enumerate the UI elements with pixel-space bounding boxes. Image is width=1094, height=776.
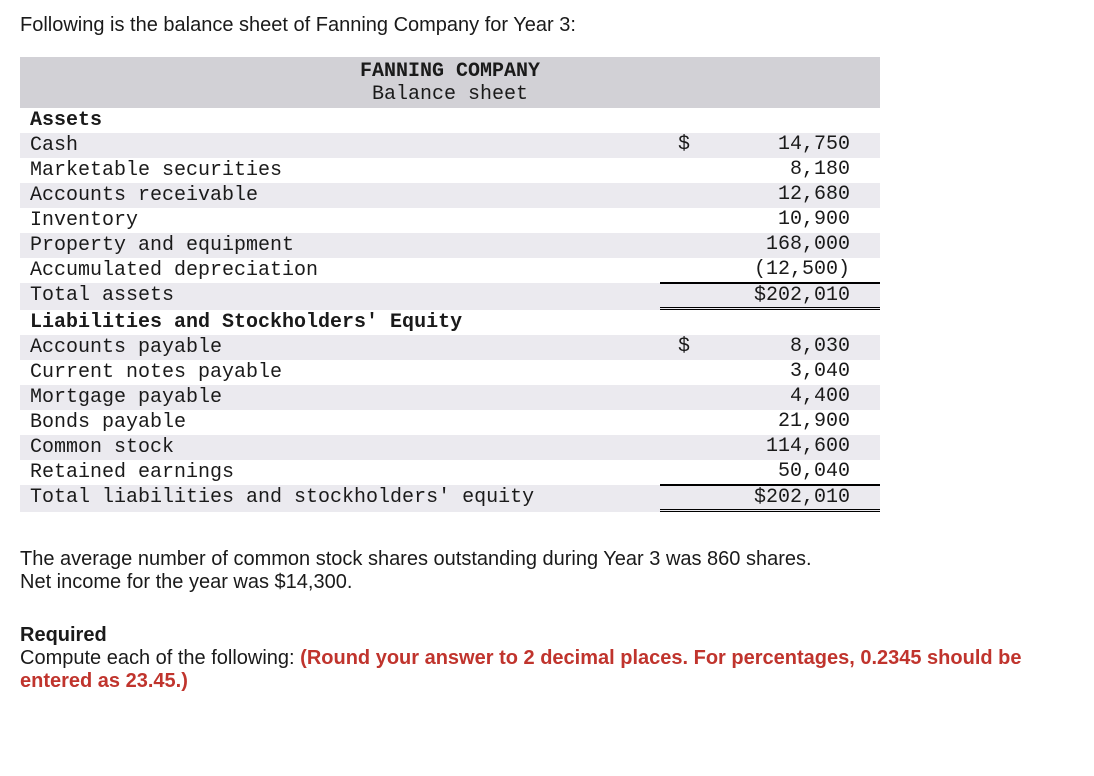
row-currency: $ xyxy=(660,133,696,158)
row-label: Property and equipment xyxy=(20,233,660,258)
row-label: Common stock xyxy=(20,435,660,460)
row-currency xyxy=(660,460,696,484)
required-block: Required Compute each of the following: … xyxy=(20,624,1074,693)
row-amount: 21,900 xyxy=(696,410,850,435)
row-label: Marketable securities xyxy=(20,158,660,183)
assets-header-label: Assets xyxy=(20,108,660,133)
row-currency xyxy=(660,360,696,385)
table-row: Retained earnings 50,040 xyxy=(20,460,880,485)
required-text: Compute each of the following: (Round yo… xyxy=(20,647,1074,693)
row-currency xyxy=(660,385,696,410)
table-row: Current notes payable 3,040 xyxy=(20,360,880,385)
row-label: Accumulated depreciation xyxy=(20,258,660,283)
row-currency xyxy=(660,183,696,208)
table-row: Mortgage payable 4,400 xyxy=(20,385,880,410)
required-title: Required xyxy=(20,624,1074,647)
balance-sheet-table: FANNING COMPANY Balance sheet Assets Cas… xyxy=(20,57,880,512)
assets-header-row: Assets xyxy=(20,108,880,133)
total-assets-row: Total assets $202,010 xyxy=(20,283,880,310)
row-label: Accounts receivable xyxy=(20,183,660,208)
row-currency xyxy=(660,233,696,258)
table-row: Cash$14,750 xyxy=(20,133,880,158)
row-currency xyxy=(660,435,696,460)
row-amount: 168,000 xyxy=(696,233,850,258)
total-assets-amount: $202,010 xyxy=(696,284,850,307)
row-amount: 3,040 xyxy=(696,360,850,385)
row-amount: (12,500) xyxy=(696,258,850,282)
row-label: Inventory xyxy=(20,208,660,233)
row-amount: 14,750 xyxy=(696,133,850,158)
company-name: FANNING COMPANY xyxy=(20,60,880,83)
total-liab-currency xyxy=(660,486,696,509)
row-label: Cash xyxy=(20,133,660,158)
row-amount: 10,900 xyxy=(696,208,850,233)
row-amount: 8,030 xyxy=(696,335,850,360)
row-label: Bonds payable xyxy=(20,410,660,435)
intro-text: Following is the balance sheet of Fannin… xyxy=(20,14,1074,37)
liabilities-header-row: Liabilities and Stockholders' Equity xyxy=(20,310,880,335)
table-row: Accumulated depreciation (12,500) xyxy=(20,258,880,283)
table-row: Marketable securities 8,180 xyxy=(20,158,880,183)
table-row: Common stock 114,600 xyxy=(20,435,880,460)
info-shares-outstanding: The average number of common stock share… xyxy=(20,548,1074,571)
row-amount: 50,040 xyxy=(696,460,850,484)
row-currency xyxy=(660,410,696,435)
row-amount: 8,180 xyxy=(696,158,850,183)
row-label: Mortgage payable xyxy=(20,385,660,410)
table-row: Accounts payable$8,030 xyxy=(20,335,880,360)
table-row: Inventory 10,900 xyxy=(20,208,880,233)
total-assets-label: Total assets xyxy=(20,283,660,310)
required-text-plain: Compute each of the following: xyxy=(20,647,300,669)
row-amount: 4,400 xyxy=(696,385,850,410)
total-liab-label: Total liabilities and stockholders' equi… xyxy=(20,485,660,512)
row-amount: 114,600 xyxy=(696,435,850,460)
row-amount: 12,680 xyxy=(696,183,850,208)
row-currency xyxy=(660,258,696,282)
table-row: Accounts receivable 12,680 xyxy=(20,183,880,208)
balance-sheet-header: FANNING COMPANY Balance sheet xyxy=(20,57,880,108)
total-assets-currency xyxy=(660,284,696,307)
table-row: Bonds payable 21,900 xyxy=(20,410,880,435)
total-liab-amount: $202,010 xyxy=(696,486,850,509)
row-currency xyxy=(660,208,696,233)
info-net-income: Net income for the year was $14,300. xyxy=(20,571,1074,594)
statement-title: Balance sheet xyxy=(20,83,880,106)
row-label: Current notes payable xyxy=(20,360,660,385)
table-row: Property and equipment 168,000 xyxy=(20,233,880,258)
row-label: Retained earnings xyxy=(20,460,660,485)
liabilities-header-label: Liabilities and Stockholders' Equity xyxy=(20,310,660,335)
row-currency: $ xyxy=(660,335,696,360)
row-label: Accounts payable xyxy=(20,335,660,360)
total-liab-row: Total liabilities and stockholders' equi… xyxy=(20,485,880,512)
row-currency xyxy=(660,158,696,183)
